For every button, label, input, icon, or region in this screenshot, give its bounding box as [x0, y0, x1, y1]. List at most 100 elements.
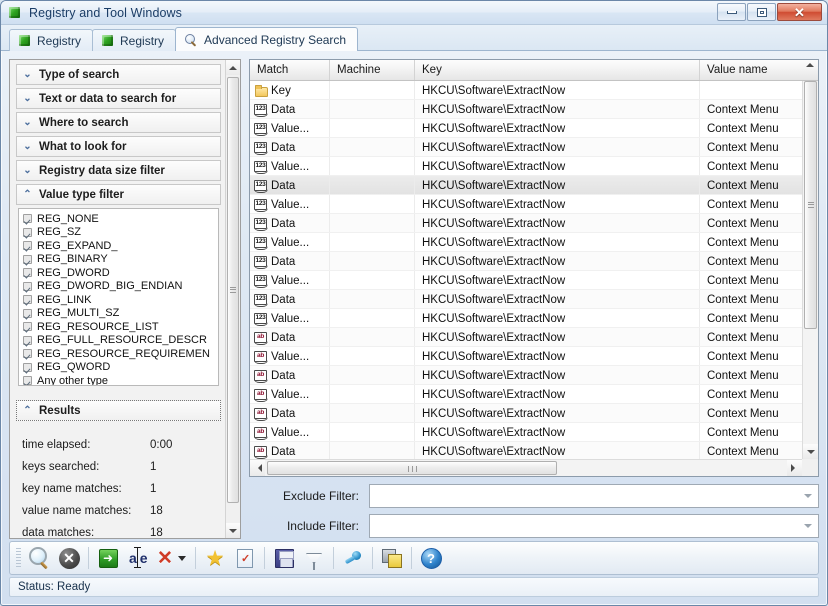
- checkbox-checked-icon[interactable]: [23, 349, 32, 359]
- checkbox-checked-icon[interactable]: [23, 254, 32, 264]
- delete-dropdown-button[interactable]: [177, 544, 191, 572]
- table-row[interactable]: ab Value... HKCU\Software\ExtractNow Con…: [250, 423, 802, 442]
- checkbox-checked-icon[interactable]: [23, 322, 32, 332]
- table-row[interactable]: ab Value... HKCU\Software\ExtractNow Con…: [250, 347, 802, 366]
- chevron-down-icon[interactable]: [804, 494, 812, 498]
- column-header-key[interactable]: Key: [415, 60, 700, 80]
- table-row[interactable]: 123 Value... HKCU\Software\ExtractNow Co…: [250, 119, 802, 138]
- title-bar[interactable]: Registry and Tool Windows ✕: [1, 1, 827, 25]
- filter-button[interactable]: [299, 544, 329, 572]
- scroll-down-button[interactable]: [803, 444, 818, 459]
- checkbox-checked-icon[interactable]: [23, 376, 32, 385]
- checkbox-checked-icon[interactable]: [23, 362, 32, 372]
- help-button[interactable]: ?: [416, 544, 446, 572]
- delete-button[interactable]: ✕: [153, 544, 177, 572]
- column-header-machine[interactable]: Machine: [330, 60, 415, 80]
- grid-horizontal-scrollbar[interactable]: [250, 459, 802, 476]
- checkbox-checked-icon[interactable]: [23, 308, 32, 318]
- value-type-item[interactable]: REG_RESOURCE_LIST: [23, 320, 218, 334]
- column-header-value-name[interactable]: Value name: [700, 60, 800, 80]
- exclude-filter-combobox[interactable]: [369, 484, 819, 508]
- table-row[interactable]: ab Data HKCU\Software\ExtractNow Context…: [250, 328, 802, 347]
- scrollbar-thumb[interactable]: [804, 81, 817, 329]
- column-header-match[interactable]: Match: [250, 60, 330, 80]
- favorites-button[interactable]: ★: [200, 544, 230, 572]
- value-type-filter-list[interactable]: REG_NONE REG_SZ REG_EXPAND_ REG_BINARY R…: [18, 208, 219, 386]
- group-results[interactable]: ⌃ Results: [16, 400, 221, 421]
- table-row[interactable]: 123 Value... HKCU\Software\ExtractNow Co…: [250, 157, 802, 176]
- grid-rows[interactable]: Key HKCU\Software\ExtractNow 123 Data HK…: [250, 81, 802, 459]
- checkbox-checked-icon[interactable]: [23, 295, 32, 305]
- group-text-or-data-to-search-for[interactable]: ⌄ Text or data to search for: [16, 88, 221, 109]
- sidebar-vertical-scrollbar[interactable]: [225, 60, 240, 538]
- group-value-type-filter[interactable]: ⌃ Value type filter: [16, 184, 221, 205]
- value-type-item[interactable]: REG_EXPAND_: [23, 239, 218, 253]
- scrollbar-thumb[interactable]: [267, 461, 557, 475]
- table-row[interactable]: ab Value... HKCU\Software\ExtractNow Con…: [250, 385, 802, 404]
- pin-button[interactable]: [338, 544, 368, 572]
- checkbox-checked-icon[interactable]: [23, 268, 32, 278]
- tab-registry-2[interactable]: Registry: [92, 29, 177, 51]
- group-where-to-search[interactable]: ⌄ Where to search: [16, 112, 221, 133]
- table-row[interactable]: 123 Value... HKCU\Software\ExtractNow Co…: [250, 309, 802, 328]
- copy-button[interactable]: [377, 544, 407, 572]
- value-type-item[interactable]: REG_MULTI_SZ: [23, 307, 218, 321]
- tab-registry-1[interactable]: Registry: [9, 29, 94, 51]
- value-type-item[interactable]: REG_RESOURCE_REQUIREMEN: [23, 347, 218, 361]
- table-row[interactable]: 123 Data HKCU\Software\ExtractNow Contex…: [250, 100, 802, 119]
- checkbox-checked-icon[interactable]: [23, 214, 32, 224]
- scroll-right-button[interactable]: [787, 460, 802, 476]
- value-type-item[interactable]: REG_LINK: [23, 293, 218, 307]
- table-row[interactable]: 123 Data HKCU\Software\ExtractNow Contex…: [250, 214, 802, 233]
- value-type-item[interactable]: REG_QWORD: [23, 361, 218, 375]
- toolbar-drag-handle[interactable]: [16, 548, 21, 568]
- table-row[interactable]: ab Data HKCU\Software\ExtractNow Context…: [250, 366, 802, 385]
- checkbox-checked-icon[interactable]: [23, 281, 32, 291]
- chevron-down-icon[interactable]: [804, 524, 812, 528]
- value-type-item[interactable]: REG_DWORD_BIG_ENDIAN: [23, 280, 218, 294]
- scroll-left-button[interactable]: [250, 460, 265, 476]
- group-what-to-look-for[interactable]: ⌄ What to look for: [16, 136, 221, 157]
- tab-advanced-registry-search[interactable]: Advanced Registry Search: [175, 27, 359, 51]
- value-type-item[interactable]: REG_SZ: [23, 226, 218, 240]
- table-row-selected[interactable]: 123 Data HKCU\Software\ExtractNow Contex…: [250, 176, 802, 195]
- group-registry-data-size-filter[interactable]: ⌄ Registry data size filter: [16, 160, 221, 181]
- cell-match: 123 Value...: [250, 119, 330, 138]
- maximize-button[interactable]: [747, 3, 776, 21]
- scroll-up-button[interactable]: [226, 60, 240, 75]
- table-row[interactable]: ab Data HKCU\Software\ExtractNow Context…: [250, 404, 802, 423]
- report-button[interactable]: [230, 544, 260, 572]
- table-row[interactable]: ab Data HKCU\Software\ExtractNow Context…: [250, 442, 802, 459]
- table-row[interactable]: 123 Value... HKCU\Software\ExtractNow Co…: [250, 195, 802, 214]
- value-type-item[interactable]: Any other type: [23, 374, 218, 385]
- grid-vertical-scrollbar[interactable]: [802, 81, 818, 459]
- value-type-item[interactable]: REG_FULL_RESOURCE_DESCR: [23, 334, 218, 348]
- table-row[interactable]: 123 Value... HKCU\Software\ExtractNow Co…: [250, 233, 802, 252]
- checkbox-checked-icon[interactable]: [23, 335, 32, 345]
- table-row[interactable]: 123 Value... HKCU\Software\ExtractNow Co…: [250, 271, 802, 290]
- checkbox-checked-icon[interactable]: [23, 241, 32, 251]
- table-row[interactable]: 123 Data HKCU\Software\ExtractNow Contex…: [250, 290, 802, 309]
- close-button[interactable]: ✕: [777, 3, 822, 21]
- save-button[interactable]: [269, 544, 299, 572]
- stop-button[interactable]: ✕: [54, 544, 84, 572]
- include-filter-combobox[interactable]: [369, 514, 819, 538]
- value-type-item[interactable]: REG_NONE: [23, 212, 218, 226]
- header-scroll-up-icon[interactable]: [806, 63, 814, 67]
- table-row[interactable]: 123 Data HKCU\Software\ExtractNow Contex…: [250, 138, 802, 157]
- results-grid[interactable]: Match Machine Key Value name Key HKCU\So…: [249, 59, 819, 477]
- cell-value-name: Context Menu: [707, 445, 779, 458]
- rename-button[interactable]: a e: [123, 544, 153, 572]
- table-row[interactable]: 123 Data HKCU\Software\ExtractNow Contex…: [250, 252, 802, 271]
- scroll-down-button[interactable]: [226, 523, 240, 538]
- checkbox-checked-icon[interactable]: [23, 227, 32, 237]
- table-row[interactable]: Key HKCU\Software\ExtractNow: [250, 81, 802, 100]
- search-button[interactable]: [24, 544, 54, 572]
- minimize-button[interactable]: [717, 3, 746, 21]
- scrollbar-thumb[interactable]: [227, 77, 239, 503]
- value-type-item[interactable]: REG_DWORD: [23, 266, 218, 280]
- group-type-of-search[interactable]: ⌄ Type of search: [16, 64, 221, 85]
- cell-match: 123 Value...: [250, 309, 330, 328]
- goto-button[interactable]: ➜: [93, 544, 123, 572]
- value-type-item[interactable]: REG_BINARY: [23, 253, 218, 267]
